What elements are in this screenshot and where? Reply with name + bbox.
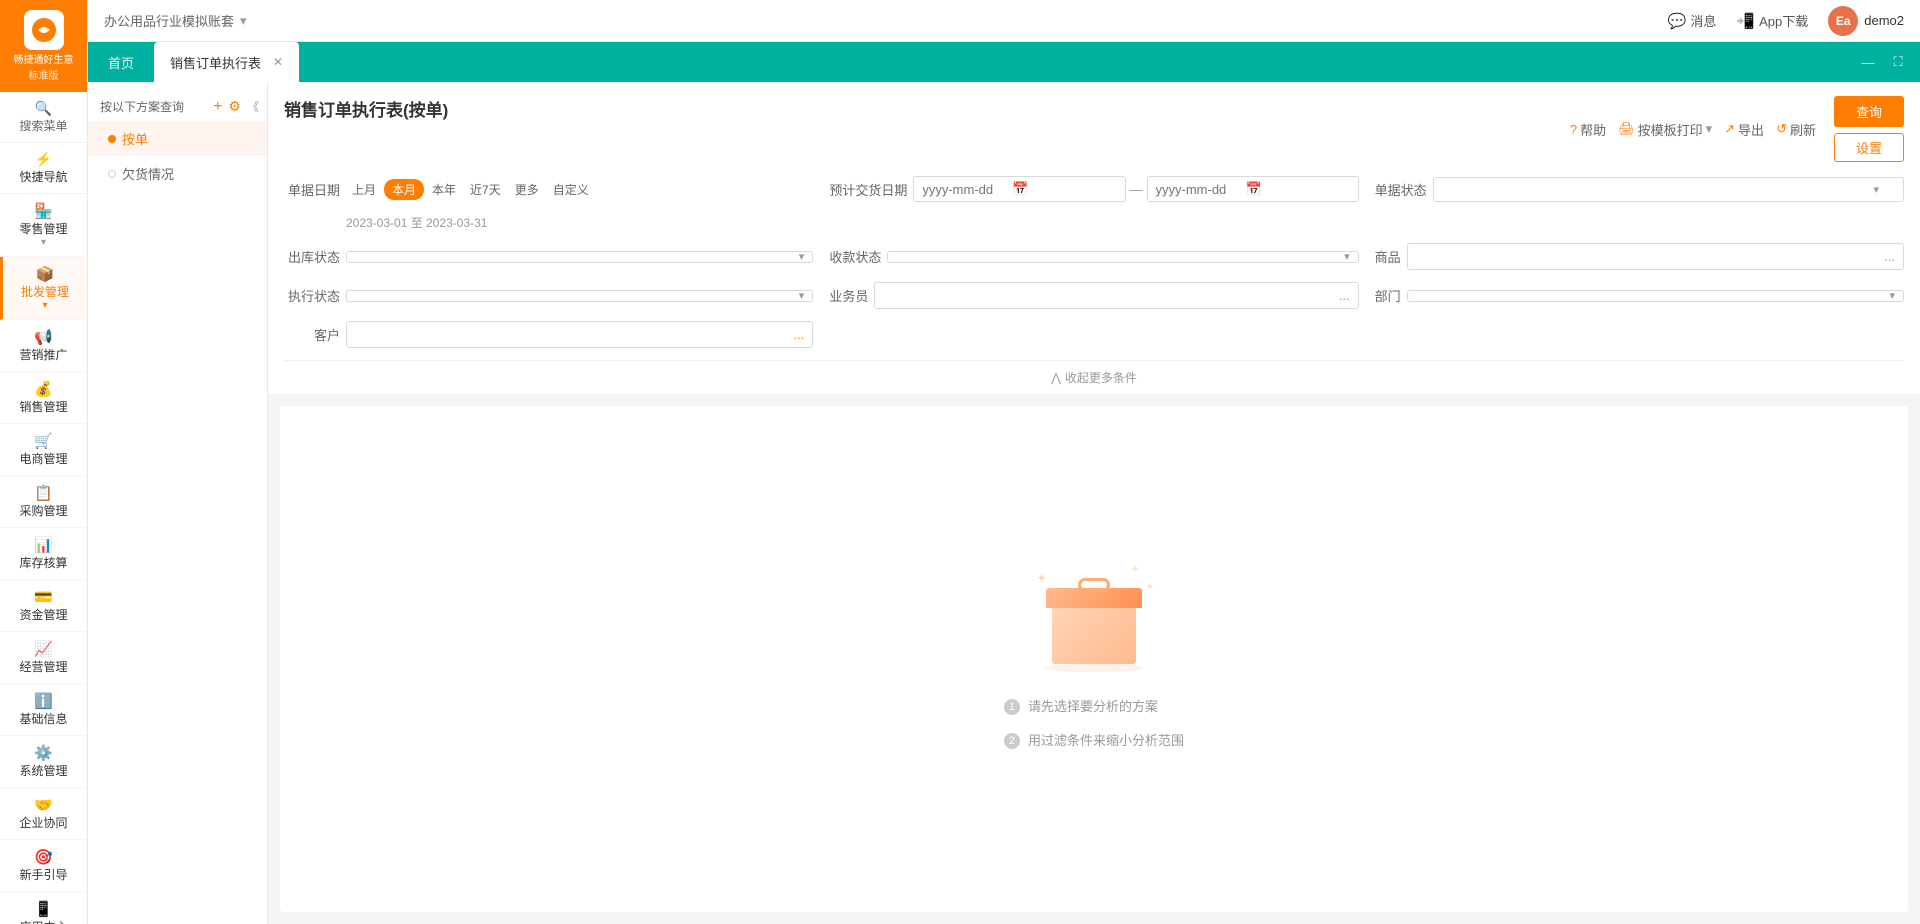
exec-status-select[interactable]: ▾	[346, 290, 813, 302]
sidebar-item-purchase[interactable]: 📋 采购管理	[0, 476, 87, 528]
tab-minimize-btn[interactable]: —	[1856, 50, 1880, 74]
expected-date-start[interactable]	[922, 182, 1012, 197]
date-btn-custom[interactable]: 自定义	[547, 179, 595, 200]
username: demo2	[1864, 13, 1904, 28]
order-status-arrow-icon: ▾	[1873, 183, 1879, 196]
date-label: 单据日期	[284, 180, 340, 199]
logo-text: 畅捷通好生意	[14, 54, 74, 67]
sidebar-item-marketing[interactable]: 📢 营销推广	[0, 320, 87, 372]
order-status-label: 单据状态	[1375, 180, 1427, 199]
export-icon: ↗	[1724, 121, 1735, 137]
calendar-end-icon[interactable]: 📅	[1246, 181, 1262, 197]
ship-status-select[interactable]: ▾	[346, 251, 813, 263]
message-icon: 💬	[1668, 12, 1687, 30]
page-title: 销售订单执行表(按单)	[284, 96, 448, 121]
sidebar: 畅捷通好生意 标准版 🔍 搜索菜单 ⚡ 快捷导航 🏪 零售管理 ▾ 📦 批发管理…	[0, 0, 88, 924]
date-range-text: 2023-03-01 至 2023-03-31	[346, 216, 487, 230]
scheme-item-按单[interactable]: 按单	[88, 121, 267, 156]
date-btn-last-month[interactable]: 上月	[346, 179, 382, 200]
logo-sub: 标准版	[29, 67, 59, 82]
settings-scheme-btn[interactable]: ⚙	[228, 98, 241, 115]
sidebar-item-basic[interactable]: ℹ️ 基础信息	[0, 684, 87, 736]
goods-label: 商品	[1375, 247, 1401, 266]
app-download-btn[interactable]: 📲 App下载	[1736, 11, 1808, 30]
export-btn[interactable]: ↗ 导出	[1724, 120, 1764, 139]
scheme-item-欠货情况[interactable]: 欠货情况	[88, 156, 267, 191]
dept-arrow-icon: ▾	[1889, 289, 1895, 302]
customer-ellipsis-btn[interactable]: ...	[793, 327, 804, 342]
exec-status-label: 执行状态	[284, 286, 340, 305]
date-btn-more[interactable]: 更多	[509, 179, 545, 200]
sidebar-quick-nav[interactable]: ⚡ 快捷导航	[0, 143, 87, 194]
expected-date-label: 预计交货日期	[829, 180, 907, 199]
breadcrumb[interactable]: 办公用品行业模拟账套 ▾	[104, 11, 247, 30]
ship-status-label: 出库状态	[284, 247, 340, 266]
expected-date-end[interactable]	[1156, 182, 1246, 197]
sidebar-item-enterprise[interactable]: 🤝 企业协同	[0, 788, 87, 840]
avatar: Ea	[1828, 6, 1858, 36]
print-btn[interactable]: 🖨 按模板打印 ▾	[1618, 120, 1712, 139]
payment-status-select[interactable]: ▾	[887, 251, 1358, 263]
dept-select[interactable]: ▾	[1407, 290, 1904, 302]
tab-close-icon[interactable]: ✕	[273, 55, 283, 69]
sidebar-search[interactable]: 🔍 搜索菜单	[0, 92, 87, 143]
payment-status-label: 收款状态	[829, 247, 881, 266]
help-btn[interactable]: ? 帮助	[1570, 120, 1606, 139]
refresh-btn[interactable]: ↺ 刷新	[1776, 120, 1816, 139]
sidebar-item-system[interactable]: ⚙️ 系统管理	[0, 736, 87, 788]
dept-label: 部门	[1375, 286, 1401, 305]
tab-home[interactable]: 首页	[88, 42, 154, 82]
empty-tip1: 请先选择要分析的方案	[1028, 692, 1158, 722]
collapse-up-icon: ⋀	[1051, 371, 1061, 385]
sidebar-item-retail[interactable]: 🏪 零售管理 ▾	[0, 194, 87, 257]
collapse-btn[interactable]: ⋀ 收起更多条件	[1051, 369, 1137, 386]
breadcrumb-arrow-icon: ▾	[240, 13, 247, 29]
empty-tips: 1 请先选择要分析的方案 2 用过滤条件来缩小分析范围	[1004, 692, 1184, 756]
message-btn[interactable]: 💬 消息	[1668, 11, 1717, 30]
sidebar-item-ecommerce[interactable]: 🛒 电商管理	[0, 424, 87, 476]
tab-bar: 首页 销售订单执行表 ✕ — ⛶	[88, 42, 1920, 82]
left-panel: 按以下方案查询 + ⚙ 《 按单 欠货情况	[88, 82, 268, 924]
date-dash: —	[1130, 182, 1143, 197]
customer-label: 客户	[284, 325, 340, 344]
order-status-select[interactable]: ▾	[1433, 177, 1904, 202]
date-btn-current-month[interactable]: 本月	[384, 179, 424, 200]
salesperson-label: 业务员	[829, 286, 868, 305]
sidebar-logo[interactable]: 畅捷通好生意 标准版	[0, 0, 87, 92]
goods-ellipsis-btn[interactable]: ...	[1884, 249, 1895, 264]
sidebar-item-finance[interactable]: 💳 资金管理	[0, 580, 87, 632]
collapse-panel-btn[interactable]: 《	[247, 98, 259, 115]
user-profile[interactable]: Ea demo2	[1828, 6, 1904, 36]
exec-status-arrow-icon: ▾	[799, 289, 805, 302]
sidebar-item-newbie[interactable]: 🎯 新手引导	[0, 840, 87, 892]
empty-tip2: 用过滤条件来缩小分析范围	[1028, 726, 1184, 756]
circle-icon	[108, 170, 116, 178]
date-btn-current-year[interactable]: 本年	[426, 179, 462, 200]
ship-status-arrow-icon: ▾	[799, 250, 805, 263]
sidebar-item-wholesale[interactable]: 📦 批发管理 ▾	[0, 257, 87, 320]
sidebar-item-appstore[interactable]: 📱 应用中心	[0, 892, 87, 924]
download-icon: 📲	[1736, 12, 1755, 30]
salesperson-ellipsis-btn[interactable]: ...	[1339, 288, 1350, 303]
date-btn-last7[interactable]: 近7天	[464, 179, 507, 200]
refresh-icon: ↺	[1776, 121, 1787, 137]
print-arrow-icon: ▾	[1706, 121, 1713, 137]
tab-expand-btn[interactable]: ⛶	[1886, 50, 1910, 74]
top-header: 办公用品行业模拟账套 ▾ 💬 消息 📲 App下载 Ea demo2	[88, 0, 1920, 42]
calendar-start-icon[interactable]: 📅	[1012, 181, 1028, 197]
tab-sales-order[interactable]: 销售订单执行表 ✕	[154, 42, 299, 82]
add-scheme-btn[interactable]: +	[213, 99, 222, 115]
help-icon: ?	[1570, 122, 1577, 137]
sidebar-item-inventory[interactable]: 📊 库存核算	[0, 528, 87, 580]
empty-state: ✦ ✦ ✦ 1 请先选择要分析的方案 2 用过滤条件来缩小分析范围	[280, 406, 1908, 912]
payment-status-arrow-icon: ▾	[1344, 250, 1350, 263]
collapse-row: ⋀ 收起更多条件	[284, 360, 1904, 394]
settings-button[interactable]: 设置	[1834, 133, 1904, 162]
filter-section: 销售订单执行表(按单) ? 帮助 🖨 按模板打印 ▾	[268, 82, 1920, 394]
print-icon: 🖨	[1618, 121, 1635, 137]
sidebar-item-sales[interactable]: 💰 销售管理	[0, 372, 87, 424]
sidebar-item-operations[interactable]: 📈 经营管理	[0, 632, 87, 684]
query-button[interactable]: 查询	[1834, 96, 1904, 127]
